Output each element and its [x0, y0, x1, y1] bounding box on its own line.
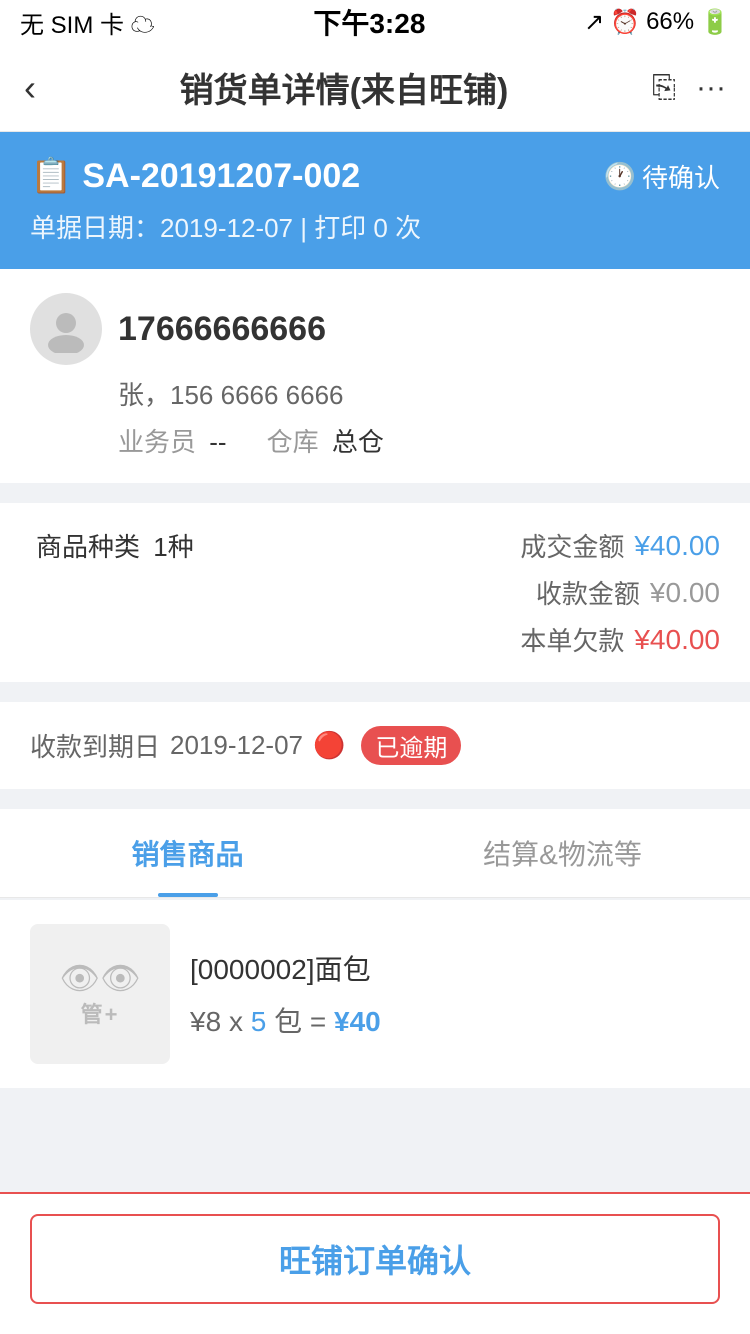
- battery-text: 66%: [646, 8, 694, 36]
- overdue-section: 收款到期日 2019-12-07 🔴 已逾期: [0, 702, 750, 789]
- nav-actions: ⎘ ···: [652, 71, 726, 105]
- header-card: 📋 SA-20191207-002 🕐 待确认 单据日期：2019-12-07 …: [0, 132, 750, 269]
- product-type-field: 商品种类 1种: [30, 527, 194, 564]
- order-status: 🕐 待确认: [604, 158, 720, 195]
- location-icon: ↗: [584, 8, 604, 37]
- customer-section: 17666666666 张，156 6666 6666 业务员 -- 仓库 总仓: [0, 269, 750, 483]
- avatar: [30, 293, 102, 365]
- product-type-value: 1种: [153, 532, 193, 562]
- customer-contact: 张，156 6666 6666: [118, 375, 720, 412]
- product-qty: 5: [251, 1006, 267, 1037]
- product-type-label: 商品种类: [36, 532, 140, 562]
- total-amount-label: 成交金额: [520, 527, 624, 564]
- debt-amount: 本单欠款 ¥40.00: [520, 621, 720, 658]
- total-amount: 成交金额 ¥40.00: [520, 527, 720, 564]
- order-icon: 📋: [30, 156, 72, 196]
- total-amount-value: ¥40.00: [634, 530, 720, 562]
- equals-sign: =: [310, 1006, 334, 1037]
- share-button[interactable]: ⎘: [652, 71, 676, 105]
- summary-section: 商品种类 1种 成交金额 ¥40.00 收款金额 ¥0.00 本单欠款 ¥40.…: [0, 503, 750, 682]
- alarm-icon: ⏰: [610, 8, 640, 37]
- status-bar: 无 SIM 卡 ☁ 下午3:28 ↗ ⏰ 66% 🔋: [0, 0, 750, 44]
- product-logo-text: 管+: [81, 997, 120, 1029]
- salesperson-value: --: [209, 427, 226, 457]
- salesperson-field: 业务员 --: [118, 422, 227, 459]
- product-total: ¥40: [334, 1006, 381, 1037]
- tab-underline: [158, 893, 218, 897]
- product-thumbnail: 👁👁 管+: [30, 924, 170, 1064]
- customer-phone: 17666666666: [118, 310, 326, 349]
- overdue-badge: 已逾期: [361, 726, 461, 765]
- product-info: [0000002]面包 ¥8 x 5 包 = ¥40: [190, 948, 720, 1040]
- received-amount: 收款金额 ¥0.00: [536, 574, 720, 611]
- no-sim-text: 无 SIM 卡 ☁: [20, 5, 155, 40]
- product-calc: ¥8 x 5 包 = ¥40: [190, 1000, 720, 1040]
- tab-settlement[interactable]: 结算&物流等: [375, 809, 750, 897]
- product-unit: 包: [274, 1006, 302, 1037]
- received-label: 收款金额: [536, 574, 640, 611]
- clock-icon: 🕐: [604, 161, 636, 192]
- warehouse-field: 仓库 总仓: [267, 422, 384, 459]
- confirm-button[interactable]: 旺铺订单确认: [30, 1214, 720, 1304]
- battery-icon: 🔋: [700, 8, 730, 37]
- received-value: ¥0.00: [650, 577, 720, 609]
- debt-label: 本单欠款: [520, 621, 624, 658]
- header-date: 单据日期：2019-12-07 | 打印 0 次: [30, 208, 720, 245]
- multiply-sign: x: [229, 1006, 251, 1037]
- tab-settlement-label: 结算&物流等: [483, 833, 642, 873]
- salesperson-label: 业务员: [118, 427, 196, 457]
- more-button[interactable]: ···: [696, 71, 726, 105]
- status-right: ↗ ⏰ 66% 🔋: [584, 8, 730, 37]
- debt-value: ¥40.00: [634, 624, 720, 656]
- summary-amounts: 成交金额 ¥40.00 收款金额 ¥0.00 本单欠款 ¥40.00: [520, 527, 720, 658]
- product-section: 👁👁 管+ [0000002]面包 ¥8 x 5 包 = ¥40: [0, 900, 750, 1088]
- product-row: 👁👁 管+ [0000002]面包 ¥8 x 5 包 = ¥40: [30, 924, 720, 1064]
- product-name: [0000002]面包: [190, 948, 720, 988]
- overdue-date: 2019-12-07: [170, 730, 303, 761]
- page-title: 销货单详情(来自旺铺): [180, 63, 509, 112]
- product-price: ¥8: [190, 1006, 221, 1037]
- status-left: 无 SIM 卡 ☁: [20, 5, 155, 40]
- tab-sales-product[interactable]: 销售商品: [0, 809, 375, 897]
- product-logo-eyes: 👁👁: [59, 959, 140, 997]
- tab-sales-label: 销售商品: [131, 833, 243, 873]
- overdue-icon: 🔴: [313, 730, 345, 761]
- warehouse-value: 总仓: [332, 427, 384, 457]
- warehouse-label: 仓库: [267, 427, 319, 457]
- back-button[interactable]: ‹: [24, 67, 36, 109]
- tabs: 销售商品 结算&物流等: [0, 809, 750, 898]
- status-time: 下午3:28: [313, 2, 425, 42]
- order-id: 📋 SA-20191207-002: [30, 156, 360, 196]
- overdue-label: 收款到期日: [30, 727, 160, 764]
- nav-bar: ‹ 销货单详情(来自旺铺) ⎘ ···: [0, 44, 750, 132]
- customer-meta: 业务员 -- 仓库 总仓: [118, 422, 720, 459]
- bottom-button-wrapper: 旺铺订单确认: [0, 1192, 750, 1334]
